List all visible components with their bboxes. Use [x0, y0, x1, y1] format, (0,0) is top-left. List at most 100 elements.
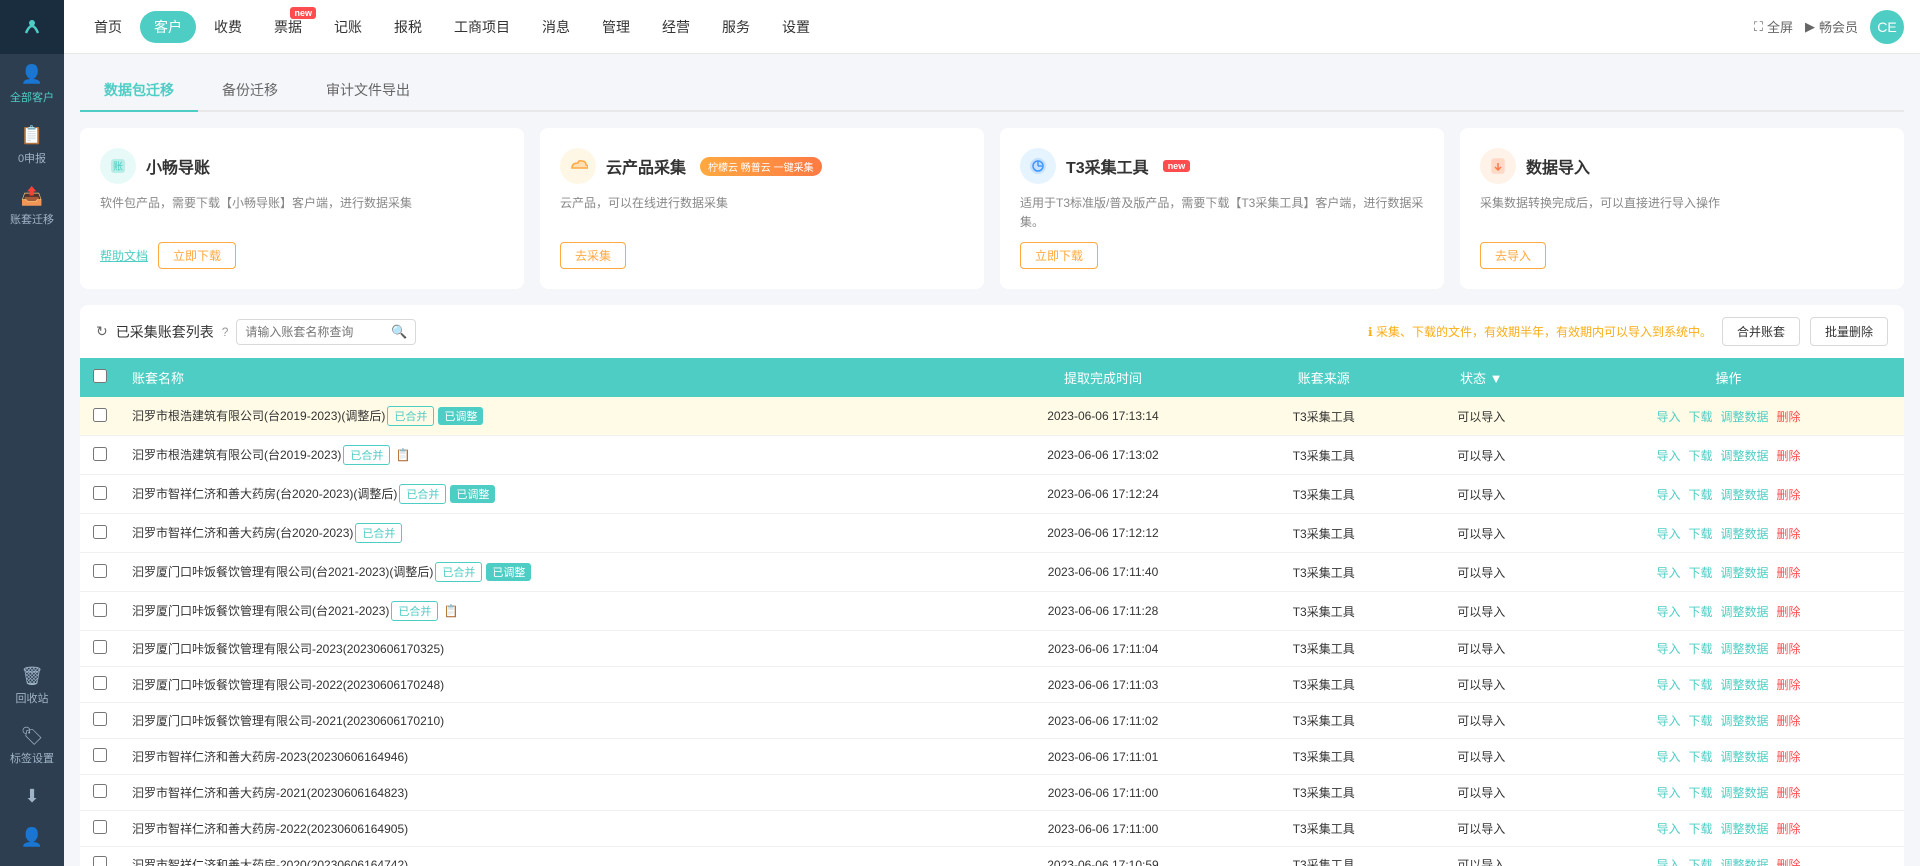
- op-调整数据[interactable]: 调整数据: [1721, 858, 1769, 866]
- row-checkbox[interactable]: [93, 447, 107, 461]
- app-logo[interactable]: [0, 0, 64, 54]
- sidebar-item-account-migration[interactable]: 📤 账套迁移: [0, 176, 64, 237]
- nav-bookkeeping[interactable]: 记账: [320, 11, 376, 43]
- nav-customers[interactable]: 客户: [140, 11, 196, 43]
- nav-fees[interactable]: 收费: [200, 11, 256, 43]
- row-checkbox[interactable]: [93, 486, 107, 500]
- fullscreen-btn[interactable]: ⛶ 全屏: [1754, 17, 1793, 36]
- op-调整数据[interactable]: 调整数据: [1721, 527, 1769, 541]
- row-checkbox[interactable]: [93, 820, 107, 834]
- op-下载[interactable]: 下载: [1688, 449, 1712, 463]
- nav-management[interactable]: 管理: [588, 11, 644, 43]
- nav-operations[interactable]: 经营: [648, 11, 704, 43]
- op-下载[interactable]: 下载: [1688, 642, 1712, 656]
- refresh-icon[interactable]: ↻: [96, 323, 108, 340]
- row-checkbox[interactable]: [93, 408, 107, 422]
- op-删除[interactable]: 删除: [1777, 410, 1801, 424]
- op-下载[interactable]: 下载: [1688, 566, 1712, 580]
- row-checkbox[interactable]: [93, 603, 107, 617]
- op-下载[interactable]: 下载: [1688, 858, 1712, 866]
- op-删除[interactable]: 删除: [1777, 527, 1801, 541]
- row-checkbox[interactable]: [93, 856, 107, 866]
- op-下载[interactable]: 下载: [1688, 410, 1712, 424]
- op-删除[interactable]: 删除: [1777, 678, 1801, 692]
- op-导入[interactable]: 导入: [1656, 642, 1680, 656]
- tab-backup-migration[interactable]: 备份迁移: [198, 70, 302, 112]
- nav-settings[interactable]: 设置: [768, 11, 824, 43]
- sidebar-item-recycle[interactable]: 🗑 回收站: [10, 658, 54, 714]
- op-导入[interactable]: 导入: [1656, 750, 1680, 764]
- op-下载[interactable]: 下载: [1688, 822, 1712, 836]
- op-调整数据[interactable]: 调整数据: [1721, 449, 1769, 463]
- op-删除[interactable]: 删除: [1777, 822, 1801, 836]
- op-调整数据[interactable]: 调整数据: [1721, 488, 1769, 502]
- op-调整数据[interactable]: 调整数据: [1721, 410, 1769, 424]
- user-avatar[interactable]: CE: [1870, 10, 1904, 44]
- nav-messages[interactable]: 消息: [528, 11, 584, 43]
- help-doc-link[interactable]: 帮助文档: [100, 247, 148, 264]
- sidebar-item-user[interactable]: 👤: [10, 819, 54, 856]
- row-checkbox[interactable]: [93, 640, 107, 654]
- nav-home[interactable]: 首页: [80, 11, 136, 43]
- op-删除[interactable]: 删除: [1777, 642, 1801, 656]
- op-下载[interactable]: 下载: [1688, 786, 1712, 800]
- op-调整数据[interactable]: 调整数据: [1721, 605, 1769, 619]
- go-collect-btn[interactable]: 去采集: [560, 242, 626, 269]
- op-删除[interactable]: 删除: [1777, 566, 1801, 580]
- op-删除[interactable]: 删除: [1777, 488, 1801, 502]
- op-删除[interactable]: 删除: [1777, 605, 1801, 619]
- op-下载[interactable]: 下载: [1688, 527, 1712, 541]
- download-now-btn-1[interactable]: 立即下载: [158, 242, 236, 269]
- batch-delete-btn[interactable]: 批量删除: [1810, 317, 1888, 346]
- row-checkbox[interactable]: [93, 748, 107, 762]
- sidebar-item-zero-report[interactable]: 📋 0申报: [0, 115, 64, 176]
- op-导入[interactable]: 导入: [1656, 488, 1680, 502]
- op-下载[interactable]: 下载: [1688, 750, 1712, 764]
- download-now-btn-3[interactable]: 立即下载: [1020, 242, 1098, 269]
- search-input[interactable]: [245, 325, 385, 339]
- op-删除[interactable]: 删除: [1777, 449, 1801, 463]
- op-下载[interactable]: 下载: [1688, 488, 1712, 502]
- tab-data-migration[interactable]: 数据包迁移: [80, 70, 198, 112]
- op-调整数据[interactable]: 调整数据: [1721, 566, 1769, 580]
- row-checkbox[interactable]: [93, 525, 107, 539]
- nav-business[interactable]: 工商项目: [440, 11, 524, 43]
- row-checkbox[interactable]: [93, 676, 107, 690]
- member-btn[interactable]: ▶ 畅会员: [1805, 17, 1858, 36]
- op-调整数据[interactable]: 调整数据: [1721, 642, 1769, 656]
- op-调整数据[interactable]: 调整数据: [1721, 678, 1769, 692]
- nav-bills[interactable]: 票据 new: [260, 11, 316, 43]
- sidebar-item-download[interactable]: ⬇: [10, 778, 54, 815]
- op-调整数据[interactable]: 调整数据: [1721, 714, 1769, 728]
- op-导入[interactable]: 导入: [1656, 566, 1680, 580]
- row-checkbox[interactable]: [93, 784, 107, 798]
- nav-service[interactable]: 服务: [708, 11, 764, 43]
- op-导入[interactable]: 导入: [1656, 527, 1680, 541]
- op-导入[interactable]: 导入: [1656, 678, 1680, 692]
- op-删除[interactable]: 删除: [1777, 750, 1801, 764]
- sidebar-item-all-customers[interactable]: 👤 全部客户: [0, 54, 64, 115]
- op-导入[interactable]: 导入: [1656, 449, 1680, 463]
- go-import-btn[interactable]: 去导入: [1480, 242, 1546, 269]
- op-下载[interactable]: 下载: [1688, 605, 1712, 619]
- op-删除[interactable]: 删除: [1777, 858, 1801, 866]
- op-调整数据[interactable]: 调整数据: [1721, 750, 1769, 764]
- op-下载[interactable]: 下载: [1688, 678, 1712, 692]
- merge-accounts-btn[interactable]: 合并账套: [1722, 317, 1800, 346]
- help-icon[interactable]: ?: [222, 325, 229, 339]
- row-checkbox[interactable]: [93, 564, 107, 578]
- sidebar-item-tag-settings[interactable]: 🏷 标签设置: [10, 718, 54, 774]
- op-调整数据[interactable]: 调整数据: [1721, 822, 1769, 836]
- op-导入[interactable]: 导入: [1656, 714, 1680, 728]
- nav-tax[interactable]: 报税: [380, 11, 436, 43]
- search-icon[interactable]: 🔍: [391, 324, 407, 340]
- op-导入[interactable]: 导入: [1656, 605, 1680, 619]
- row-checkbox[interactable]: [93, 712, 107, 726]
- op-删除[interactable]: 删除: [1777, 786, 1801, 800]
- tab-audit-export[interactable]: 审计文件导出: [302, 70, 434, 112]
- op-导入[interactable]: 导入: [1656, 858, 1680, 866]
- op-调整数据[interactable]: 调整数据: [1721, 786, 1769, 800]
- op-导入[interactable]: 导入: [1656, 786, 1680, 800]
- op-导入[interactable]: 导入: [1656, 822, 1680, 836]
- select-all-checkbox[interactable]: [93, 369, 107, 383]
